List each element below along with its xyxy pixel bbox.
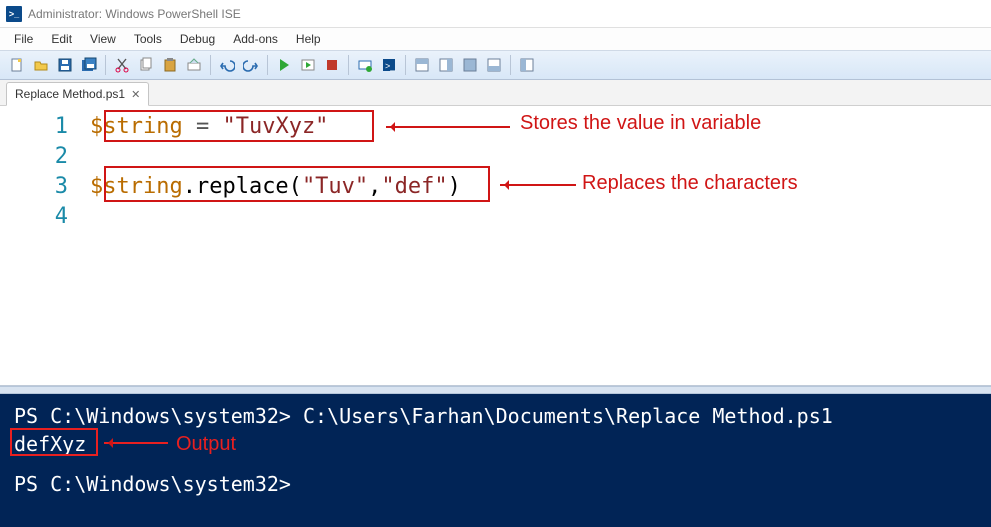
- close-icon[interactable]: ✕: [131, 88, 140, 101]
- console-line-prompt: PS C:\Windows\system32>: [14, 470, 977, 498]
- code-line: $string = "TuvXyz": [90, 112, 461, 142]
- annotation-line1: Stores the value in variable: [520, 112, 761, 135]
- menu-add-ons[interactable]: Add-ons: [225, 30, 286, 48]
- console-line-command: PS C:\Windows\system32> C:\Users\Farhan\…: [14, 402, 977, 430]
- show-script-max-icon[interactable]: [459, 54, 481, 76]
- line-number: 4: [6, 202, 68, 232]
- console-pane[interactable]: PS C:\Windows\system32> C:\Users\Farhan\…: [0, 394, 991, 527]
- console-line-output: defXyz: [14, 430, 977, 458]
- tab-bar: Replace Method.ps1 ✕: [0, 80, 991, 106]
- menu-file[interactable]: File: [6, 30, 41, 48]
- toolbar-separator: [105, 55, 106, 75]
- undo-icon[interactable]: [216, 54, 238, 76]
- run-selection-icon[interactable]: [297, 54, 319, 76]
- toolbar-separator: [348, 55, 349, 75]
- script-tab[interactable]: Replace Method.ps1 ✕: [6, 82, 149, 106]
- code-area[interactable]: $string = "TuvXyz" $string.replace("Tuv",…: [90, 106, 461, 385]
- svg-text:>_: >_: [385, 61, 396, 71]
- pane-splitter[interactable]: [0, 386, 991, 394]
- show-script-right-icon[interactable]: [435, 54, 457, 76]
- show-command-addon-icon[interactable]: [516, 54, 538, 76]
- code-line: [90, 202, 461, 232]
- tab-label: Replace Method.ps1: [15, 87, 125, 101]
- paste-icon[interactable]: [159, 54, 181, 76]
- menu-bar: FileEditViewToolsDebugAdd-onsHelp: [0, 28, 991, 50]
- show-command-icon[interactable]: [483, 54, 505, 76]
- app-icon: >_: [6, 6, 22, 22]
- new-file-icon[interactable]: [6, 54, 28, 76]
- line-number: 3: [6, 172, 68, 202]
- stop-icon[interactable]: [321, 54, 343, 76]
- menu-debug[interactable]: Debug: [172, 30, 223, 48]
- title-bar: >_ Administrator: Windows PowerShell ISE: [0, 0, 991, 28]
- toolbar: >_: [0, 50, 991, 80]
- console-blank: [14, 458, 977, 470]
- save-icon[interactable]: [54, 54, 76, 76]
- toolbar-separator: [405, 55, 406, 75]
- open-file-icon[interactable]: [30, 54, 52, 76]
- code-line: $string.replace("Tuv","def"): [90, 172, 461, 202]
- clear-icon[interactable]: [183, 54, 205, 76]
- toolbar-separator: [510, 55, 511, 75]
- start-powershell-icon[interactable]: >_: [378, 54, 400, 76]
- window-title: Administrator: Windows PowerShell ISE: [28, 7, 241, 21]
- show-script-top-icon[interactable]: [411, 54, 433, 76]
- copy-icon[interactable]: [135, 54, 157, 76]
- script-editor[interactable]: 1234 $string = "TuvXyz" $string.replace("…: [0, 106, 991, 386]
- menu-view[interactable]: View: [82, 30, 124, 48]
- line-number: 2: [6, 142, 68, 172]
- arrow-line3: [500, 184, 576, 186]
- menu-help[interactable]: Help: [288, 30, 329, 48]
- code-line: [90, 142, 461, 172]
- new-remote-icon[interactable]: [354, 54, 376, 76]
- redo-icon[interactable]: [240, 54, 262, 76]
- line-number: 1: [6, 112, 68, 142]
- annotation-line3: Replaces the characters: [582, 172, 798, 195]
- save-all-icon[interactable]: [78, 54, 100, 76]
- toolbar-separator: [210, 55, 211, 75]
- toolbar-separator: [267, 55, 268, 75]
- cut-icon[interactable]: [111, 54, 133, 76]
- run-icon[interactable]: [273, 54, 295, 76]
- menu-tools[interactable]: Tools: [126, 30, 170, 48]
- line-number-gutter: 1234: [0, 106, 90, 385]
- menu-edit[interactable]: Edit: [43, 30, 80, 48]
